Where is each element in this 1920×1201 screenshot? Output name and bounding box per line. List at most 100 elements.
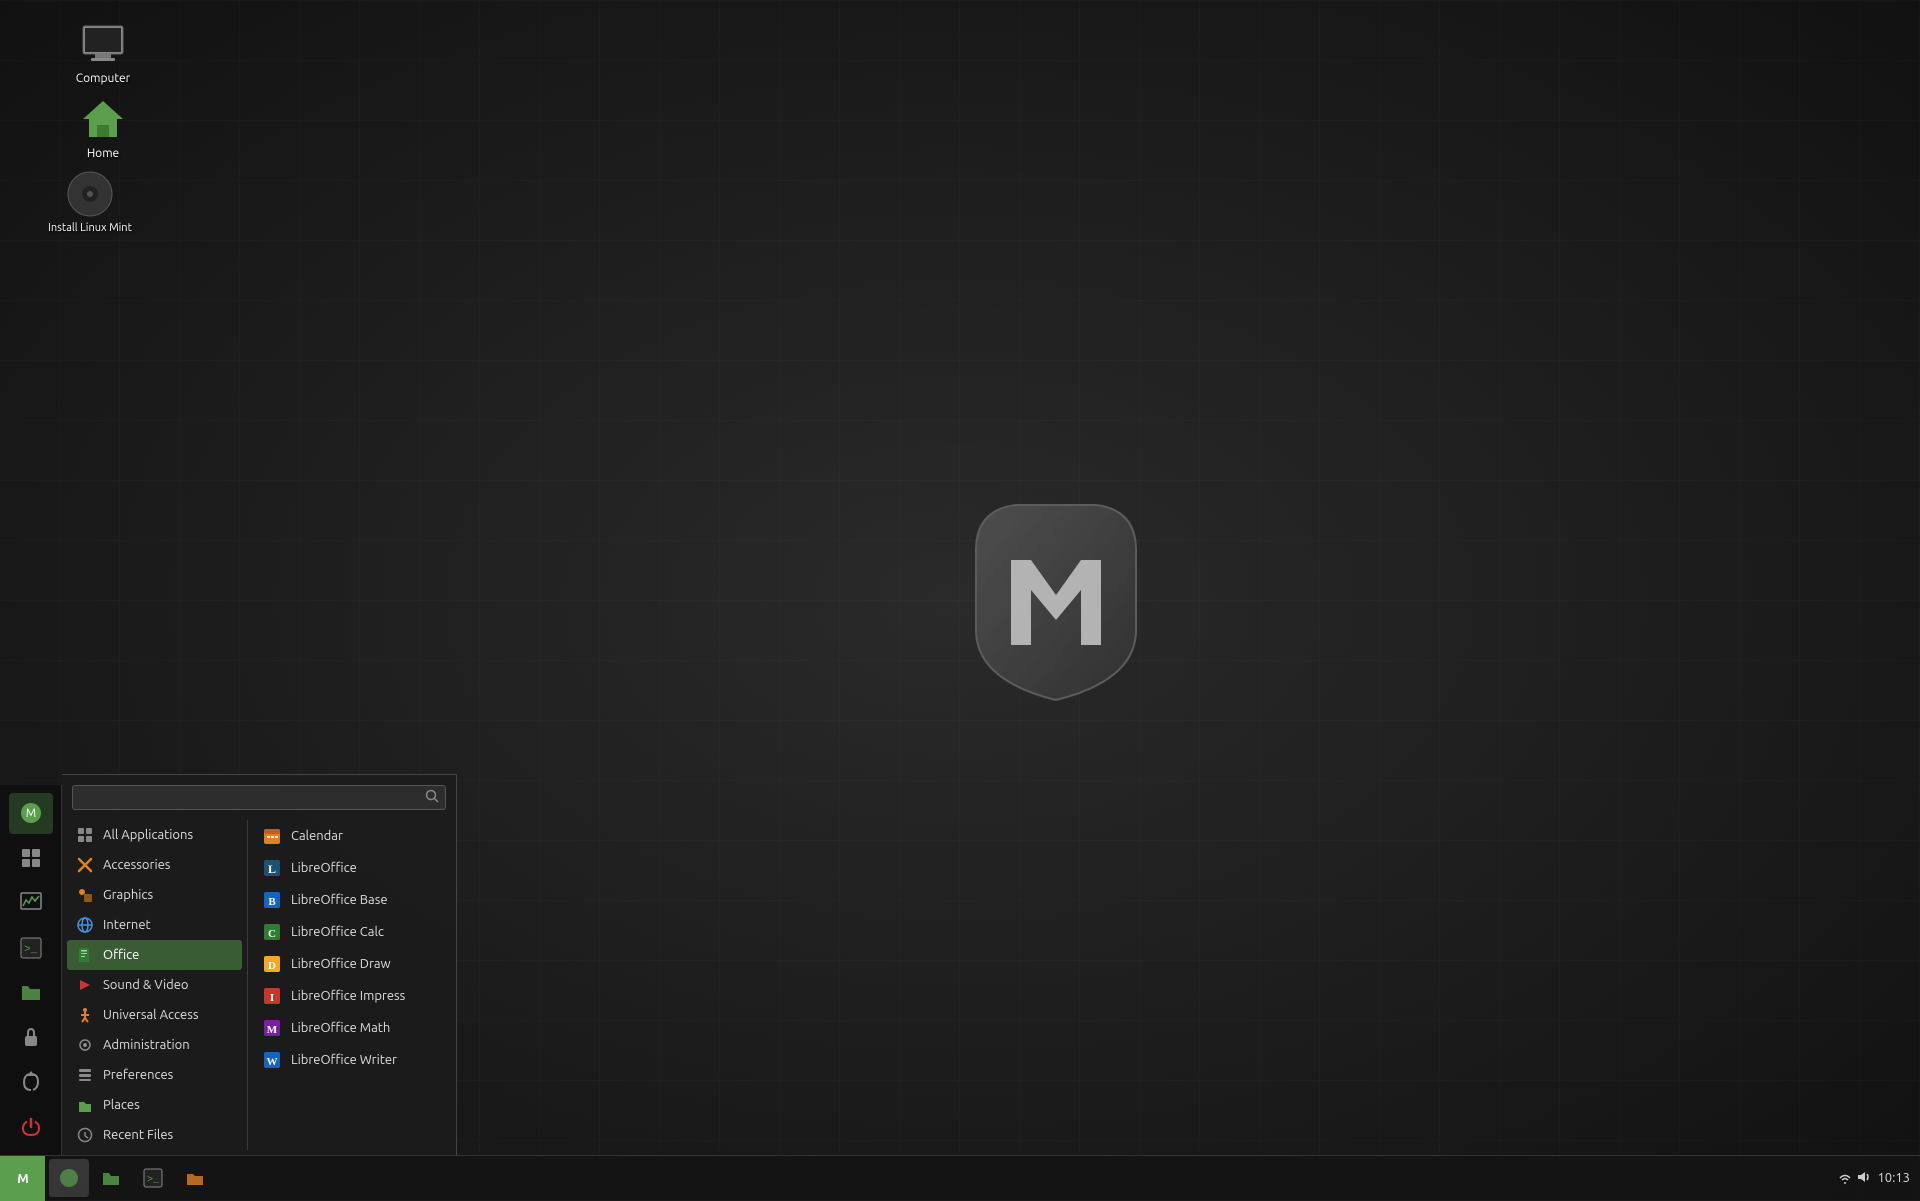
- desktop-icon-install[interactable]: Install Linux Mint: [45, 170, 135, 234]
- tray-network-icon[interactable]: [1837, 1169, 1853, 1188]
- app-libreoffice-base[interactable]: B LibreOffice Base: [253, 884, 442, 916]
- category-preferences[interactable]: Preferences: [67, 1060, 242, 1090]
- category-office-label: Office: [103, 948, 139, 962]
- places-icon: [75, 1095, 95, 1115]
- app-libreoffice-draw[interactable]: D LibreOffice Draw: [253, 948, 442, 980]
- category-internet[interactable]: Internet: [67, 910, 242, 940]
- sound-video-icon: [75, 975, 95, 995]
- app-calendar[interactable]: Calendar: [253, 820, 442, 852]
- app-libreoffice-calc-label: LibreOffice Calc: [291, 925, 384, 939]
- mint-logo: [946, 490, 1166, 710]
- app-libreoffice-impress[interactable]: I LibreOffice Impress: [253, 980, 442, 1012]
- taskbar-btn-terminal[interactable]: >_: [133, 1159, 173, 1197]
- search-input[interactable]: [79, 790, 425, 805]
- category-graphics[interactable]: Graphics: [67, 880, 242, 910]
- category-administration-label: Administration: [103, 1038, 190, 1052]
- taskbar: M >_: [0, 1155, 1920, 1200]
- category-recent-files-label: Recent Files: [103, 1128, 173, 1142]
- taskbar-btn-files[interactable]: [91, 1159, 131, 1197]
- libreoffice-app-icon: L: [261, 857, 283, 879]
- libreoffice-writer-icon: W: [261, 1049, 283, 1071]
- app-libreoffice-impress-label: LibreOffice Impress: [291, 989, 405, 1003]
- category-all-label: All Applications: [103, 828, 193, 842]
- app-libreoffice-writer-label: LibreOffice Writer: [291, 1053, 397, 1067]
- taskbar-items: >_: [45, 1159, 1827, 1197]
- tray-time[interactable]: 10:13: [1877, 1171, 1910, 1185]
- app-libreoffice[interactable]: L LibreOffice: [253, 852, 442, 884]
- computer-icon-label: Computer: [76, 72, 130, 85]
- all-icon: [75, 825, 95, 845]
- start-menu-panel: All Applications Accessories: [62, 774, 457, 1155]
- tray-sound-icon[interactable]: [1857, 1170, 1871, 1187]
- category-universal-access[interactable]: Universal Access: [67, 1000, 242, 1030]
- install-icon-label: Install Linux Mint: [48, 222, 132, 234]
- libreoffice-base-icon: B: [261, 889, 283, 911]
- category-accessories[interactable]: Accessories: [67, 850, 242, 880]
- graphics-icon: [75, 885, 95, 905]
- app-libreoffice-calc[interactable]: C LibreOffice Calc: [253, 916, 442, 948]
- category-sound-video[interactable]: Sound & Video: [67, 970, 242, 1000]
- taskbar-start-button[interactable]: M: [0, 1156, 45, 1201]
- category-places-label: Places: [103, 1098, 140, 1112]
- libreoffice-math-icon: M: [261, 1017, 283, 1039]
- sidebar-icon-applets[interactable]: [9, 838, 53, 879]
- desktop-icon-computer[interactable]: Computer: [58, 20, 148, 85]
- sidebar-icon-power[interactable]: [9, 1106, 53, 1147]
- desktop-icon-home[interactable]: Home: [58, 95, 148, 160]
- app-calendar-label: Calendar: [291, 829, 343, 843]
- svg-text:M: M: [267, 1024, 278, 1036]
- svg-text:B: B: [268, 896, 276, 908]
- app-libreoffice-draw-label: LibreOffice Draw: [291, 957, 391, 971]
- category-administration[interactable]: Administration: [67, 1030, 242, 1060]
- internet-icon: [75, 915, 95, 935]
- app-libreoffice-math-label: LibreOffice Math: [291, 1021, 390, 1035]
- svg-text:M: M: [25, 807, 35, 820]
- administration-icon: [75, 1035, 95, 1055]
- category-accessories-label: Accessories: [103, 858, 170, 872]
- taskbar-btn-files2[interactable]: [175, 1159, 215, 1197]
- app-libreoffice-math[interactable]: M LibreOffice Math: [253, 1012, 442, 1044]
- category-recent-files[interactable]: Recent Files: [67, 1120, 242, 1150]
- tray-icons: [1837, 1169, 1871, 1188]
- svg-text:M: M: [17, 1172, 29, 1186]
- svg-text:>_: >_: [147, 1175, 160, 1186]
- category-office[interactable]: Office: [67, 940, 242, 970]
- sidebar-icon-lock[interactable]: [9, 1017, 53, 1058]
- menu-body: All Applications Accessories: [62, 820, 456, 1150]
- office-icon: [75, 945, 95, 965]
- svg-text:D: D: [268, 960, 276, 972]
- computer-icon: [79, 20, 127, 68]
- taskbar-btn-mintmenu[interactable]: [49, 1159, 89, 1197]
- libreoffice-calc-icon: C: [261, 921, 283, 943]
- calendar-app-icon: [261, 825, 283, 847]
- category-graphics-label: Graphics: [103, 888, 153, 902]
- category-all[interactable]: All Applications: [67, 820, 242, 850]
- preferences-icon: [75, 1065, 95, 1085]
- app-libreoffice-label: LibreOffice: [291, 861, 357, 875]
- sidebar-icon-system-monitor[interactable]: [9, 883, 53, 924]
- search-bar[interactable]: [72, 785, 446, 810]
- app-libreoffice-writer[interactable]: W LibreOffice Writer: [253, 1044, 442, 1076]
- libreoffice-impress-icon: I: [261, 985, 283, 1007]
- category-internet-label: Internet: [103, 918, 151, 932]
- svg-text:I: I: [270, 992, 274, 1004]
- sidebar-icon-mintmenu[interactable]: M: [9, 793, 53, 834]
- search-icon: [425, 789, 439, 806]
- universal-access-icon: [75, 1005, 95, 1025]
- sidebar-icon-update[interactable]: [9, 1062, 53, 1103]
- category-preferences-label: Preferences: [103, 1068, 173, 1082]
- svg-text:W: W: [267, 1056, 278, 1068]
- svg-text:C: C: [268, 928, 276, 940]
- home-icon-label: Home: [87, 147, 119, 160]
- svg-text:L: L: [268, 862, 276, 876]
- svg-text:>_: >_: [24, 944, 38, 956]
- accessories-icon: [75, 855, 95, 875]
- recent-files-icon: [75, 1125, 95, 1145]
- libreoffice-draw-icon: D: [261, 953, 283, 975]
- menu-categories: All Applications Accessories: [62, 820, 247, 1150]
- sidebar-icon-files[interactable]: [9, 972, 53, 1013]
- app-libreoffice-base-label: LibreOffice Base: [291, 893, 388, 907]
- start-sidebar: M >_: [0, 785, 62, 1155]
- sidebar-icon-terminal[interactable]: >_: [9, 927, 53, 968]
- category-places[interactable]: Places: [67, 1090, 242, 1120]
